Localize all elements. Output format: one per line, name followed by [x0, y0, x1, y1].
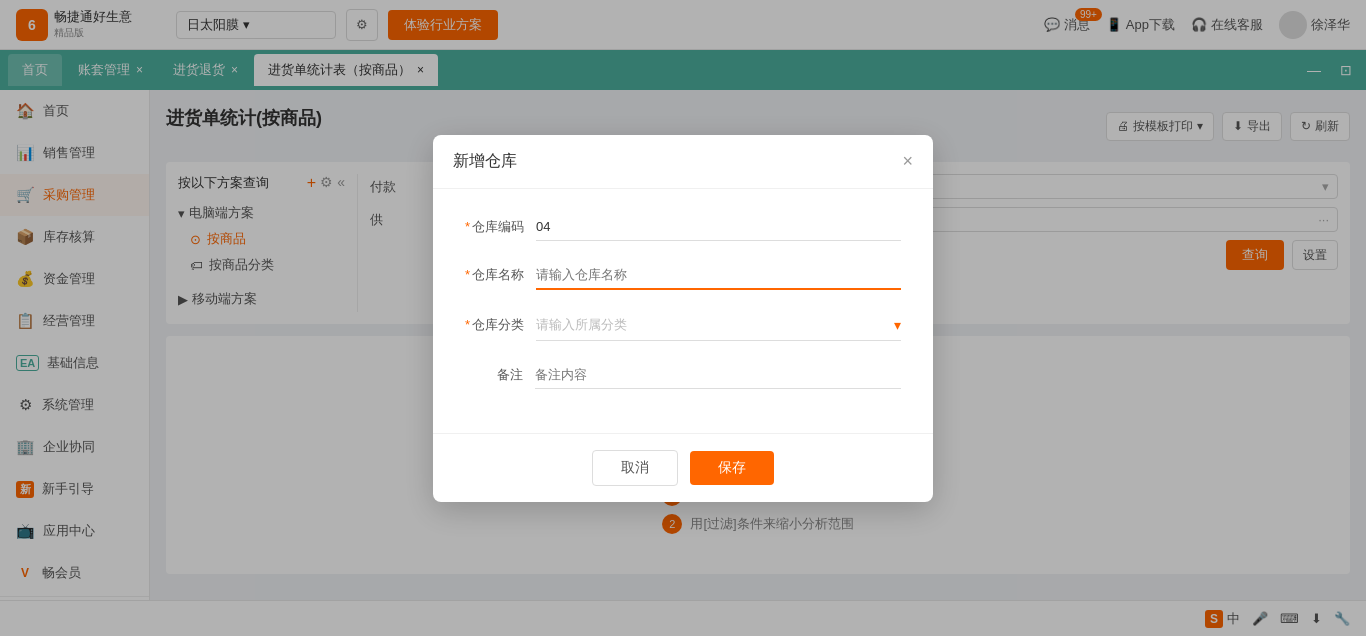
warehouse-name-input[interactable]	[536, 261, 901, 290]
name-label: 仓库名称	[465, 266, 536, 284]
modal-body: 仓库编码 仓库名称 仓库分类 请输入所属分类 ▾ 备注	[433, 189, 933, 433]
modal-title: 新增仓库	[453, 151, 517, 172]
modal-overlay[interactable]: 新增仓库 × 仓库编码 仓库名称 仓库分类 请输入所属分类 ▾	[0, 0, 1366, 636]
cancel-button[interactable]: 取消	[592, 450, 678, 486]
warehouse-category-row: 仓库分类 请输入所属分类 ▾	[465, 310, 901, 341]
modal-header: 新增仓库 ×	[433, 135, 933, 189]
modal-footer: 取消 保存	[433, 433, 933, 502]
new-warehouse-modal: 新增仓库 × 仓库编码 仓库名称 仓库分类 请输入所属分类 ▾	[433, 135, 933, 502]
warehouse-code-input[interactable]	[536, 213, 901, 241]
warehouse-name-row: 仓库名称	[465, 261, 901, 290]
category-dropdown-icon: ▾	[894, 317, 901, 333]
modal-close-button[interactable]: ×	[902, 151, 913, 172]
warehouse-code-row: 仓库编码	[465, 213, 901, 241]
warehouse-note-row: 备注	[465, 361, 901, 389]
category-label: 仓库分类	[465, 316, 536, 334]
warehouse-category-select[interactable]: 请输入所属分类 ▾	[536, 310, 901, 341]
note-label: 备注	[465, 366, 535, 384]
category-placeholder: 请输入所属分类	[536, 316, 627, 334]
save-button[interactable]: 保存	[690, 451, 774, 485]
code-label: 仓库编码	[465, 218, 536, 236]
warehouse-note-input[interactable]	[535, 361, 901, 389]
